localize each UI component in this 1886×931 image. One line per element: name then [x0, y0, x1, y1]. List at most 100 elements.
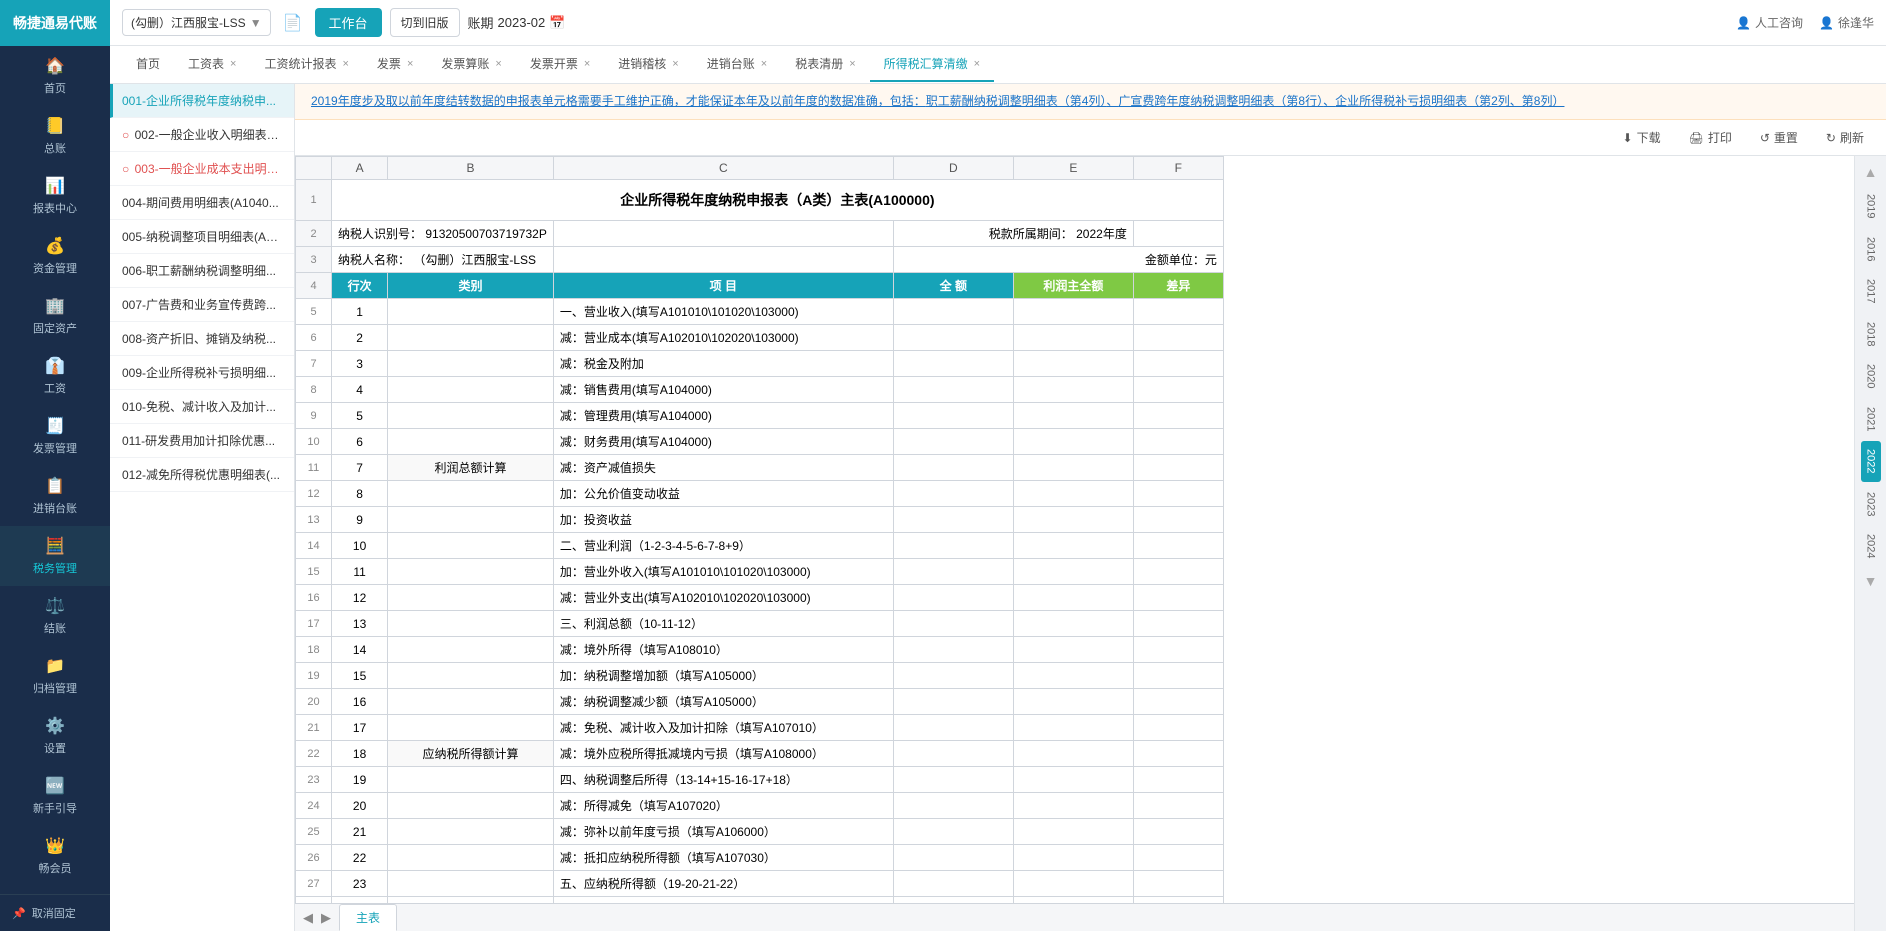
refresh-icon: ↻	[1826, 131, 1836, 145]
table-row: 25 21 减：弥补以前年度亏损（填写A106000）	[296, 819, 1224, 845]
sidebar-label-home: 首页	[44, 80, 66, 96]
sidebar-item-salary[interactable]: 👔 工资	[0, 346, 110, 406]
tab-invoice-close[interactable]: ×	[407, 58, 413, 70]
username-label: 徐逢华	[1838, 14, 1874, 31]
sidebar-item-archive[interactable]: 📁 归档管理	[0, 646, 110, 706]
report-item-005[interactable]: 005-纳税调整项目明细表(A1...	[110, 220, 294, 254]
col-d-header: D	[893, 157, 1013, 180]
tab-salary-report-close[interactable]: ×	[342, 58, 348, 70]
report-003-label: 003-一般企业成本支出明细...	[135, 162, 289, 176]
company-name: (勾删）江西服宝-LSS	[131, 14, 246, 31]
report-item-011[interactable]: 011-研发费用加计扣除优惠...	[110, 424, 294, 458]
year-2018[interactable]: 2018	[1861, 314, 1881, 354]
sheet-year-wrapper: A B C D E F	[295, 156, 1886, 931]
company-selector[interactable]: (勾删）江西服宝-LSS ▼	[122, 9, 271, 36]
home-icon: 🏠	[45, 56, 65, 76]
tab-invoice-open-close[interactable]: ×	[584, 58, 590, 70]
sidebar-item-purchsales[interactable]: 📋 进销台账	[0, 466, 110, 526]
report-item-012[interactable]: 012-减免所得税优惠明细表(...	[110, 458, 294, 492]
year-2024[interactable]: 2024	[1861, 526, 1881, 566]
year-2019[interactable]: 2019	[1861, 186, 1881, 226]
year-up-arrow[interactable]: ▲	[1860, 160, 1882, 184]
download-button[interactable]: ⬇ 下载	[1617, 126, 1667, 149]
right-panel: 2019年度步及取以前年度结转数据的申报表单元格需要手工维护正确，才能保证本年及…	[295, 84, 1886, 931]
year-2016[interactable]: 2016	[1861, 229, 1881, 269]
table-row: 26 22 减：抵扣应纳税所得额（填写A107030）	[296, 845, 1224, 871]
sidebar-item-settle[interactable]: ⚖️ 结账	[0, 586, 110, 646]
empty-mid-3	[553, 247, 893, 273]
report-item-006[interactable]: 006-职工薪酬纳税调整明细...	[110, 254, 294, 288]
report-item-010[interactable]: 010-免税、减计收入及加计...	[110, 390, 294, 424]
tab-salary[interactable]: 工资表 ×	[174, 47, 250, 82]
tab-purchase-audit-close[interactable]: ×	[672, 58, 678, 70]
sheet-nav-next[interactable]: ▶	[321, 910, 331, 926]
tab-invoice-calc-label: 发票算账	[441, 55, 489, 72]
warning-link-2[interactable]: 广宣费跨年度纳税调整明细表（第8行）	[1118, 94, 1323, 108]
sidebar-item-fund[interactable]: 💰 资金管理	[0, 226, 110, 286]
tab-tax-table-close[interactable]: ×	[849, 58, 855, 70]
sidebar-item-settings[interactable]: ⚙️ 设置	[0, 706, 110, 766]
sidebar-item-member[interactable]: 👑 畅会员	[0, 826, 110, 886]
unpin-button[interactable]: 📌 取消固定	[0, 895, 110, 931]
tab-invoice-open[interactable]: 发票开票 ×	[516, 47, 604, 82]
warning-link-1[interactable]: 职工薪酬纳税调整明细表（第4列）	[926, 94, 1107, 108]
sidebar-label-settle: 结账	[44, 620, 66, 636]
sidebar-item-asset[interactable]: 🏢 固定资产	[0, 286, 110, 346]
report-item-003[interactable]: ○ 003-一般企业成本支出明细...	[110, 152, 294, 186]
report-item-002[interactable]: ○ 002-一般企业收入明细表(A1...	[110, 118, 294, 152]
tab-income-tax[interactable]: 所得税汇算清缴 ×	[870, 47, 994, 82]
tab-invoice-calc-close[interactable]: ×	[495, 58, 501, 70]
sheet-container[interactable]: A B C D E F	[295, 156, 1854, 903]
sheet-nav-prev[interactable]: ◀	[303, 910, 313, 926]
sidebar-item-ledger[interactable]: 📒 总账	[0, 106, 110, 166]
tab-salary-close[interactable]: ×	[230, 58, 236, 70]
tab-home[interactable]: 首页	[122, 47, 174, 82]
print-button[interactable]: 🖨 打印	[1683, 126, 1738, 149]
sidebar-item-tax[interactable]: 🧮 税务管理	[0, 526, 110, 586]
tab-purchase-ledger-close[interactable]: ×	[761, 58, 767, 70]
year-down-arrow[interactable]: ▼	[1860, 569, 1882, 593]
table-row: 8 4 减：销售费用(填写A104000)	[296, 377, 1224, 403]
sidebar-label-asset: 固定资产	[33, 320, 77, 336]
year-2023[interactable]: 2023	[1861, 484, 1881, 524]
tab-purchase-audit[interactable]: 进销稽核 ×	[604, 47, 692, 82]
sidebar-label-member: 畅会员	[39, 860, 72, 876]
cutdate-button[interactable]: 切到旧版	[390, 8, 460, 37]
year-2017[interactable]: 2017	[1861, 271, 1881, 311]
table-row: 9 5 减：管理费用(填写A104000)	[296, 403, 1224, 429]
tab-income-tax-close[interactable]: ×	[974, 58, 980, 70]
sidebar-item-invoice[interactable]: 🧾 发票管理	[0, 406, 110, 466]
year-2020[interactable]: 2020	[1861, 356, 1881, 396]
report-item-009[interactable]: 009-企业所得税补亏损明细...	[110, 356, 294, 390]
year-panel: ▲ 2019 2016 2017 2018 2020 2021 2022 202…	[1854, 156, 1886, 931]
customer-service[interactable]: 👤 人工咨询	[1736, 14, 1803, 31]
table-row: 16 12 减：营业外支出(填写A102010\102020\103000)	[296, 585, 1224, 611]
sidebar-item-guide[interactable]: 🆕 新手引导	[0, 766, 110, 826]
doc-icon[interactable]: 📄	[283, 13, 303, 33]
service-icon: 👤	[1736, 16, 1751, 30]
sidebar-item-report[interactable]: 📊 报表中心	[0, 166, 110, 226]
warning-link-3[interactable]: 企业所得税补亏损明细表（第2列、第8列）	[1335, 94, 1564, 108]
tab-invoice-calc[interactable]: 发票算账 ×	[427, 47, 515, 82]
refresh-button[interactable]: ↻ 刷新	[1820, 126, 1870, 149]
app-logo: 畅捷通易代账	[0, 0, 110, 46]
tab-tax-table[interactable]: 税表清册 ×	[781, 47, 869, 82]
report-item-008[interactable]: 008-资产折旧、摊销及纳税...	[110, 322, 294, 356]
workbench-button[interactable]: 工作台	[315, 8, 382, 37]
table-row: 22 18 应纳税所得额计算 减：境外应税所得抵减境内亏损（填写A108000）	[296, 741, 1224, 767]
user-profile[interactable]: 👤 徐逢华	[1819, 14, 1874, 31]
year-2021[interactable]: 2021	[1861, 399, 1881, 439]
reset-button[interactable]: ↺ 重置	[1754, 126, 1804, 149]
sidebar-item-home[interactable]: 🏠 首页	[0, 46, 110, 106]
taxpayer-id-label: 纳税人识别号： 91320500703719732P	[332, 221, 554, 247]
year-2022[interactable]: 2022	[1861, 441, 1881, 481]
report-item-007[interactable]: 007-广告费和业务宣传费跨...	[110, 288, 294, 322]
tab-invoice[interactable]: 发票 ×	[363, 47, 427, 82]
report-item-004[interactable]: 004-期间费用明细表(A1040...	[110, 186, 294, 220]
warning-sep1: 、	[1106, 94, 1118, 108]
report-item-001[interactable]: 001-企业所得税年度纳税申...	[110, 84, 294, 118]
period-value: 2023-02	[498, 15, 546, 30]
tab-salary-report[interactable]: 工资统计报表 ×	[250, 47, 362, 82]
tab-purchase-ledger[interactable]: 进销台账 ×	[693, 47, 781, 82]
sheet-tab-main[interactable]: 主表	[339, 904, 397, 931]
